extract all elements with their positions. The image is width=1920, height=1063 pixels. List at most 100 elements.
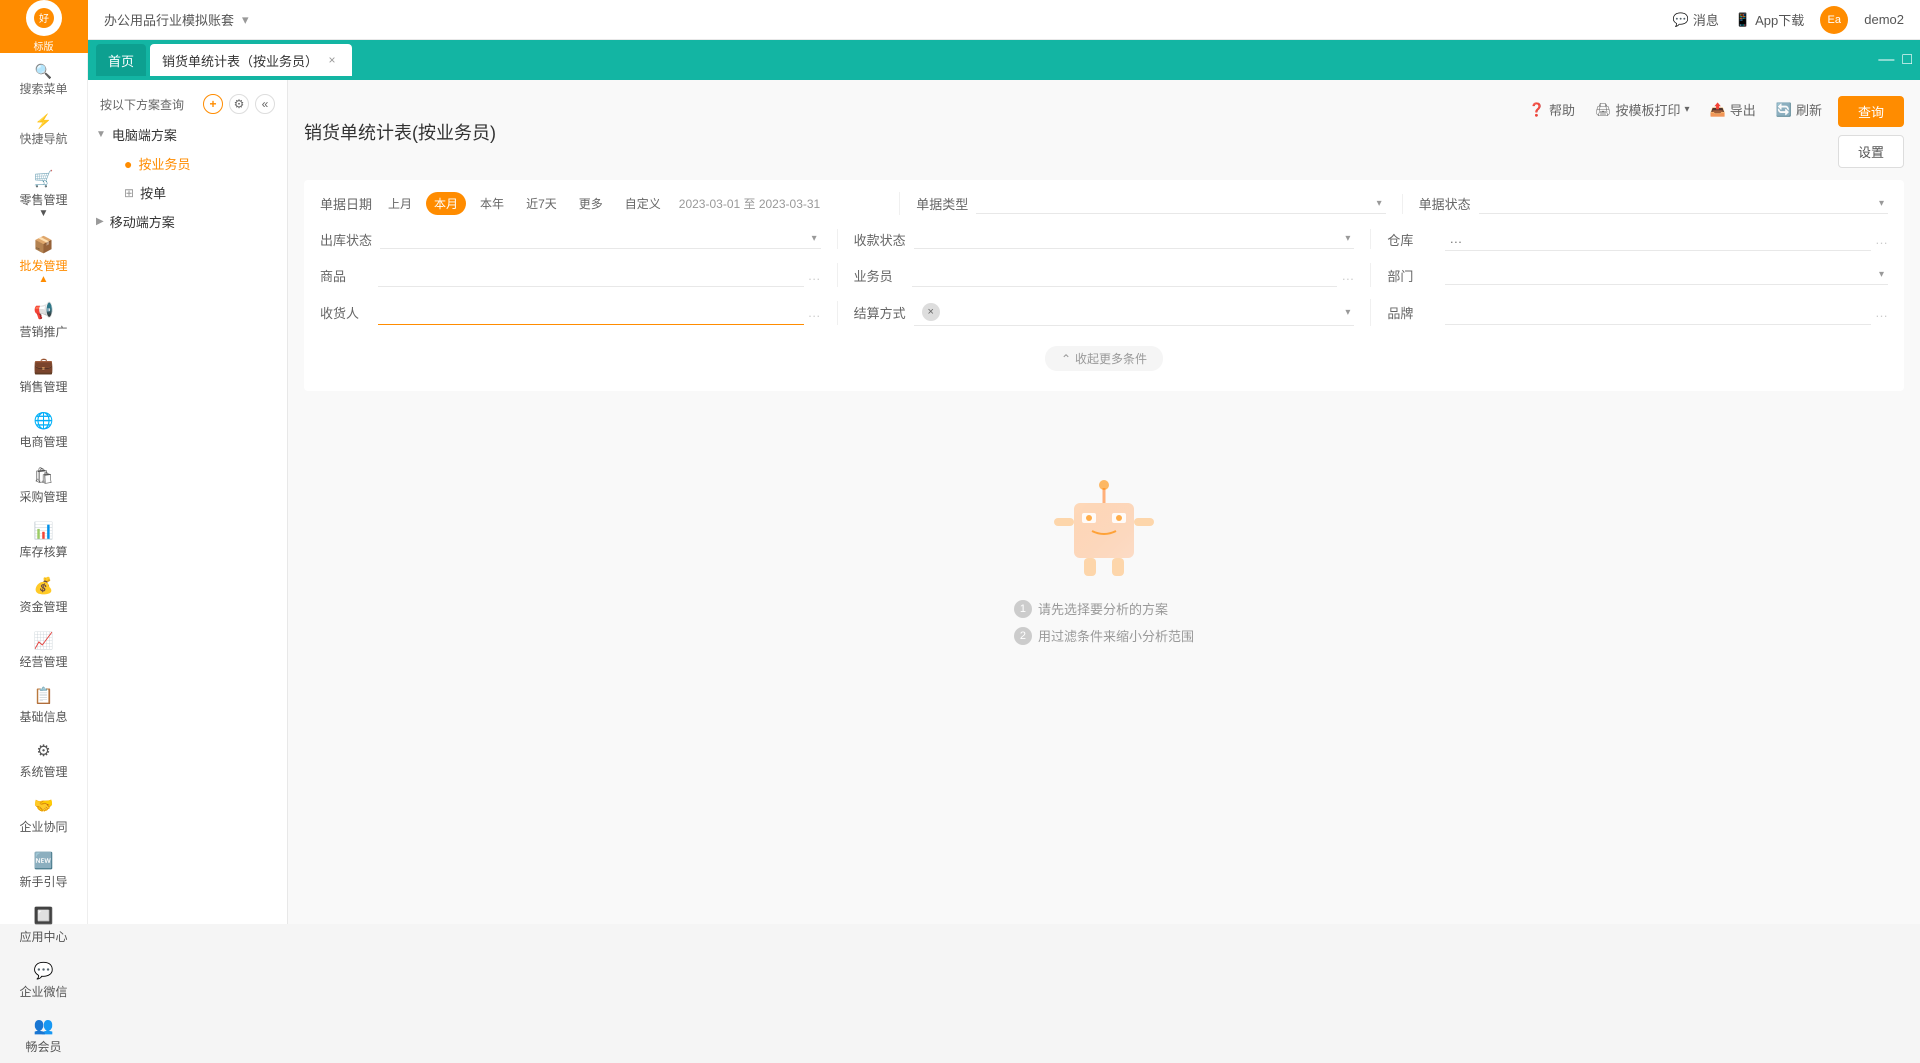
add-scheme-btn[interactable]: + [203,94,223,114]
payment-select[interactable]: × ▾ [914,299,1355,326]
salesman-more-icon[interactable]: … [1341,268,1354,283]
filter-receipt-status: 收款状态 ▾ [854,229,1372,249]
consignee-input[interactable] [378,301,804,325]
goods-input[interactable] [378,263,804,287]
sales-icon: 💼 [34,356,54,376]
wholesale-icon: 📦 [34,235,54,255]
doc-status-arrow-icon: ▾ [1879,198,1884,209]
filter-dept: 部门 ▾ [1387,265,1888,285]
export-btn[interactable]: 📤 导出 [1702,96,1764,123]
sidebar-item-appcenter[interactable]: 🔲 应用中心 [0,898,87,953]
page-right-actions: ❓ 帮助 🖨 按模板打印 ▾ 📤 导出 🔄 [1521,96,1904,168]
date-btn-this-month[interactable]: 本月 [426,192,466,215]
tab-close-btn[interactable]: × [324,52,340,68]
by-order-label: 按单 [140,183,166,202]
dept-select[interactable]: ▾ [1445,265,1888,285]
tree-arrow-mobile: ▶ [96,216,104,227]
sidebar-item-retail[interactable]: 🛒 零售管理 ▼ [0,161,87,227]
brand-more-icon[interactable]: … [1875,305,1888,320]
appcenter-icon: 🔲 [34,906,54,926]
date-btn-last-month[interactable]: 上月 [380,192,420,215]
sidebar-item-wxwork[interactable]: 💬 企业微信 [0,953,87,1008]
out-status-arrow-icon: ▾ [812,233,817,244]
payment-label: 结算方式 [854,303,906,322]
doc-type-select[interactable]: ▾ [976,194,1385,214]
sidebar-item-inventory[interactable]: 📊 库存核算 [0,513,87,568]
tab-minimize-btn[interactable]: — [1878,51,1894,69]
tab-sales-report[interactable]: 销货单统计表（按业务员） × [150,44,352,76]
empty-tips: 1 请先选择要分析的方案 2 用过滤条件来缩小分析范围 [1014,599,1194,653]
doc-status-select[interactable]: ▾ [1479,194,1888,214]
payment-clear-btn[interactable]: × [922,303,940,321]
tab-home[interactable]: 首页 [96,44,146,76]
date-btn-7days[interactable]: 近7天 [518,192,565,215]
filter-row-4: 收货人 … 结算方式 × ▾ 品牌 … [320,299,1888,326]
user-avatar[interactable]: Ea [1820,6,1848,34]
tab-maximize-btn[interactable]: □ [1902,51,1912,69]
sidebar-quick-nav-btn[interactable]: ⚡ 快捷导航 [0,107,87,153]
tree-item-by-order[interactable]: ⊞ 按单 [112,178,287,207]
sidebar-item-basic[interactable]: 📋 基础信息 [0,678,87,733]
purchase-icon: 🛍 [33,466,53,486]
warehouse-more-icon[interactable]: … [1875,232,1888,247]
settings-scheme-btn[interactable]: ⚙ [229,94,249,114]
message-btn[interactable]: 💬 消息 [1673,10,1719,29]
date-label: 单据日期 [320,194,372,213]
tree-item-mobile[interactable]: ▶ 移动端方案 [88,207,287,236]
receipt-status-select[interactable]: ▾ [914,229,1355,249]
brand-label: 品牌 [1387,303,1437,322]
help-icon: ❓ [1529,102,1545,118]
sidebar-item-newuser[interactable]: 🆕 新手引导 [0,843,87,898]
page-title: 销货单统计表(按业务员) [304,119,496,145]
settings-btn[interactable]: 设置 [1838,135,1904,168]
out-status-select[interactable]: ▾ [380,229,821,249]
sidebar-item-wholesale[interactable]: 📦 批发管理 ▲ [0,227,87,293]
empty-tip-1: 1 请先选择要分析的方案 [1014,599,1194,618]
tree-mobile-label: 移动端方案 [110,212,175,231]
salesman-tree-icon: ● [124,156,132,172]
main-area: 办公用品行业模拟账套 ▾ 💬 消息 📱 App下载 Ea demo2 首页 销货… [88,0,1920,924]
help-btn[interactable]: ❓ 帮助 [1521,96,1583,123]
goods-more-icon[interactable]: … [808,268,821,283]
tree-pc-label: 电脑端方案 [112,125,177,144]
tree-item-pc[interactable]: ▼ 电脑端方案 [88,120,287,149]
sidebar-item-corp[interactable]: 🤝 企业协同 [0,788,87,843]
industry-dropdown-icon[interactable]: ▾ [242,12,249,28]
app-download-btn[interactable]: 📱 App下载 [1735,10,1804,29]
sidebar-item-finance[interactable]: 💰 资金管理 [0,568,87,623]
warehouse-input[interactable] [1445,227,1871,251]
sidebar-item-purchase[interactable]: 🛍 采购管理 [0,458,87,513]
sidebar-item-system[interactable]: ⚙ 系统管理 [0,733,87,788]
date-btn-custom[interactable]: 自定义 [617,192,669,215]
sidebar-item-business[interactable]: 📈 经营管理 [0,623,87,678]
date-btn-more[interactable]: 更多 [571,192,611,215]
filter-goods: 商品 … [320,263,838,287]
consignee-more-icon[interactable]: … [808,305,821,320]
user-name[interactable]: demo2 [1864,12,1904,27]
right-panel: 销货单统计表(按业务员) ❓ 帮助 🖨 按模板打印 ▾ 📤 [288,80,1920,924]
date-range-display: 2023-03-01 至 2023-03-31 [679,195,820,212]
sidebar-item-ecommerce[interactable]: 🌐 电商管理 [0,403,87,458]
member-icon: 👥 [34,1016,54,1036]
sidebar-search-btn[interactable]: 🔍 搜索菜单 [0,53,87,107]
print-dropdown-icon: ▾ [1685,104,1690,115]
salesman-input[interactable] [912,263,1338,287]
query-btn[interactable]: 查询 [1838,96,1904,127]
brand-input[interactable] [1445,301,1871,325]
wxwork-icon: 💬 [34,961,54,981]
sidebar-item-marketing[interactable]: 📢 营销推广 [0,293,87,348]
date-group: 上月 本月 本年 近7天 更多 自定义 2023-03-01 至 2023-03… [380,192,820,215]
date-btn-this-year[interactable]: 本年 [472,192,512,215]
refresh-btn[interactable]: 🔄 刷新 [1768,96,1830,123]
collapse-conditions-btn[interactable]: ⌃ 收起更多条件 [1045,346,1163,371]
app-download-icon: 📱 [1735,12,1751,28]
collapse-panel-btn[interactable]: « [255,94,275,114]
tree-item-by-salesman[interactable]: ● 按业务员 [112,149,287,178]
dept-arrow-icon: ▾ [1879,269,1884,280]
sidebar-item-sales[interactable]: 💼 销售管理 [0,348,87,403]
tree-sub-pc: ● 按业务员 ⊞ 按单 [88,149,287,207]
filter-area: 单据日期 上月 本月 本年 近7天 更多 自定义 2023-03-01 至 20… [304,180,1904,391]
filter-date: 单据日期 上月 本月 本年 近7天 更多 自定义 2023-03-01 至 20… [320,192,900,215]
print-btn[interactable]: 🖨 按模板打印 ▾ [1587,96,1698,123]
sidebar-item-member[interactable]: 👥 畅会员 [0,1008,87,1063]
